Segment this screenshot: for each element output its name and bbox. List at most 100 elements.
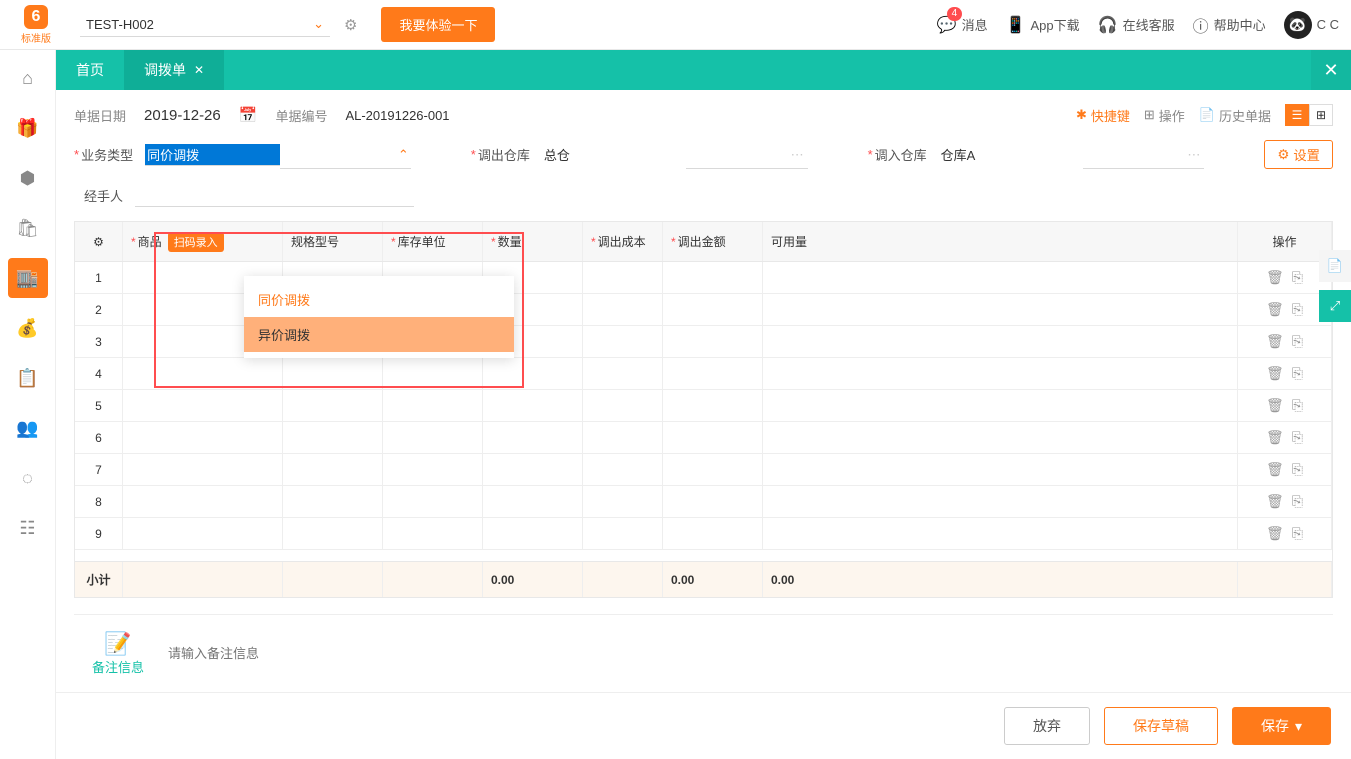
gear-icon[interactable]: ⚙ (344, 16, 357, 34)
cell-cost[interactable] (583, 326, 663, 357)
cell-cost[interactable] (583, 486, 663, 517)
cell-avail[interactable] (763, 294, 1238, 325)
app-download-link[interactable]: 📱 App下载 (1006, 15, 1080, 35)
biz-type-value[interactable]: 同价调拨 (145, 144, 280, 166)
cell-spec[interactable] (283, 390, 383, 421)
help-link[interactable]: ⓘ 帮助中心 (1193, 13, 1266, 37)
cell-avail[interactable] (763, 358, 1238, 389)
calendar-icon[interactable]: 📅 (239, 106, 258, 124)
ops-link[interactable]: ⊞ 操作 (1144, 106, 1185, 125)
delete-icon[interactable]: 🗑 (1266, 365, 1284, 382)
cell-avail[interactable] (763, 518, 1238, 549)
cell-cost[interactable] (583, 358, 663, 389)
table-row[interactable]: 9🗑⎘ (75, 518, 1332, 550)
sidebar-money[interactable]: 💰 (8, 308, 48, 348)
save-draft-button[interactable]: 保存草稿 (1104, 707, 1218, 745)
cell-amount[interactable] (663, 518, 763, 549)
copy-icon[interactable]: ⎘ (1292, 301, 1303, 318)
cell-qty[interactable] (483, 486, 583, 517)
copy-icon[interactable]: ⎘ (1292, 525, 1303, 542)
delete-icon[interactable]: 🗑 (1266, 493, 1284, 510)
field-out-warehouse[interactable]: * 调出仓库 总仓 ⋯ (471, 140, 808, 169)
cell-amount[interactable] (663, 454, 763, 485)
try-button[interactable]: 我要体验一下 (381, 7, 495, 42)
scan-badge[interactable]: 扫码录入 (168, 232, 224, 252)
cell-amount[interactable] (663, 262, 763, 293)
cell-spec[interactable] (283, 422, 383, 453)
cell-qty[interactable] (483, 390, 583, 421)
cell-avail[interactable] (763, 454, 1238, 485)
cell-product[interactable] (123, 454, 283, 485)
sidebar-shop[interactable]: ⬢ (8, 158, 48, 198)
cell-spec[interactable] (283, 486, 383, 517)
delete-icon[interactable]: 🗑 (1266, 397, 1284, 414)
field-biz-type[interactable]: * 业务类型 同价调拨 ⌃ (74, 140, 411, 169)
float-expand[interactable]: ⤢ (1319, 290, 1351, 322)
copy-icon[interactable]: ⎘ (1292, 397, 1303, 414)
out-wh-value[interactable]: 总仓 (542, 141, 686, 168)
account-select[interactable]: TEST-H002 ⌄ (80, 12, 330, 37)
cell-qty[interactable] (483, 454, 583, 485)
cell-cost[interactable] (583, 518, 663, 549)
tab-home[interactable]: 首页 (56, 50, 124, 90)
float-note[interactable]: 📄 (1319, 250, 1351, 282)
dropdown-option-diff-price[interactable]: 异价调拨 (244, 317, 514, 352)
view-list[interactable]: ☰ (1285, 104, 1309, 126)
cell-spec[interactable] (283, 358, 383, 389)
cell-cost[interactable] (583, 454, 663, 485)
handler-input[interactable] (135, 183, 414, 207)
close-icon[interactable]: ✕ (194, 63, 204, 77)
cell-cost[interactable] (583, 422, 663, 453)
cell-amount[interactable] (663, 486, 763, 517)
user-menu[interactable]: 🐼 C C (1284, 11, 1339, 39)
copy-icon[interactable]: ⎘ (1292, 493, 1303, 510)
table-row[interactable]: 5🗑⎘ (75, 390, 1332, 422)
support-link[interactable]: 🎧 在线客服 (1098, 15, 1175, 35)
table-row[interactable]: 7🗑⎘ (75, 454, 1332, 486)
discard-button[interactable]: 放弃 (1004, 707, 1090, 745)
cell-amount[interactable] (663, 294, 763, 325)
history-link[interactable]: 📄 历史单据 (1199, 106, 1271, 125)
delete-icon[interactable]: 🗑 (1266, 333, 1284, 350)
tabs-close-all[interactable]: ✕ (1311, 50, 1351, 90)
cell-cost[interactable] (583, 262, 663, 293)
cell-qty[interactable] (483, 358, 583, 389)
messages-link[interactable]: 💬 4 消息 (937, 15, 988, 35)
delete-icon[interactable]: 🗑 (1266, 269, 1284, 286)
delete-icon[interactable]: 🗑 (1266, 461, 1284, 478)
cell-unit[interactable] (383, 422, 483, 453)
view-grid[interactable]: ⊞ (1309, 104, 1333, 126)
sidebar-refresh[interactable]: ◌ (8, 458, 48, 498)
field-handler[interactable]: 经手人 (74, 183, 414, 207)
sidebar-new[interactable]: ☷ (8, 508, 48, 548)
sidebar-bag[interactable]: 🛍 (8, 208, 48, 248)
shortcut-link[interactable]: ✱ 快捷键 (1076, 106, 1130, 125)
sidebar-warehouse[interactable]: 🏬 (8, 258, 48, 298)
cell-avail[interactable] (763, 422, 1238, 453)
dropdown-option-same-price[interactable]: 同价调拨 (244, 282, 514, 317)
cell-product[interactable] (123, 390, 283, 421)
sidebar-contacts[interactable]: 👥 (8, 408, 48, 448)
delete-icon[interactable]: 🗑 (1266, 525, 1284, 542)
cell-avail[interactable] (763, 326, 1238, 357)
copy-icon[interactable]: ⎘ (1292, 461, 1303, 478)
sidebar-home[interactable]: ⌂ (8, 58, 48, 98)
cell-unit[interactable] (383, 454, 483, 485)
copy-icon[interactable]: ⎘ (1292, 333, 1303, 350)
more-icon[interactable]: ⋯ (1187, 147, 1202, 163)
field-in-warehouse[interactable]: * 调入仓库 仓库A ⋯ (868, 140, 1205, 169)
cell-unit[interactable] (383, 358, 483, 389)
cell-qty[interactable] (483, 422, 583, 453)
more-icon[interactable]: ⋯ (791, 147, 806, 163)
table-row[interactable]: 8🗑⎘ (75, 486, 1332, 518)
remark-input[interactable] (160, 638, 1315, 669)
save-button[interactable]: 保存 ▾ (1232, 707, 1331, 745)
sidebar-gift[interactable]: 🎁 (8, 108, 48, 148)
cell-avail[interactable] (763, 390, 1238, 421)
cell-amount[interactable] (663, 390, 763, 421)
cell-qty[interactable] (483, 518, 583, 549)
table-row[interactable]: 4🗑⎘ (75, 358, 1332, 390)
cell-amount[interactable] (663, 326, 763, 357)
cell-cost[interactable] (583, 294, 663, 325)
cell-product[interactable] (123, 486, 283, 517)
